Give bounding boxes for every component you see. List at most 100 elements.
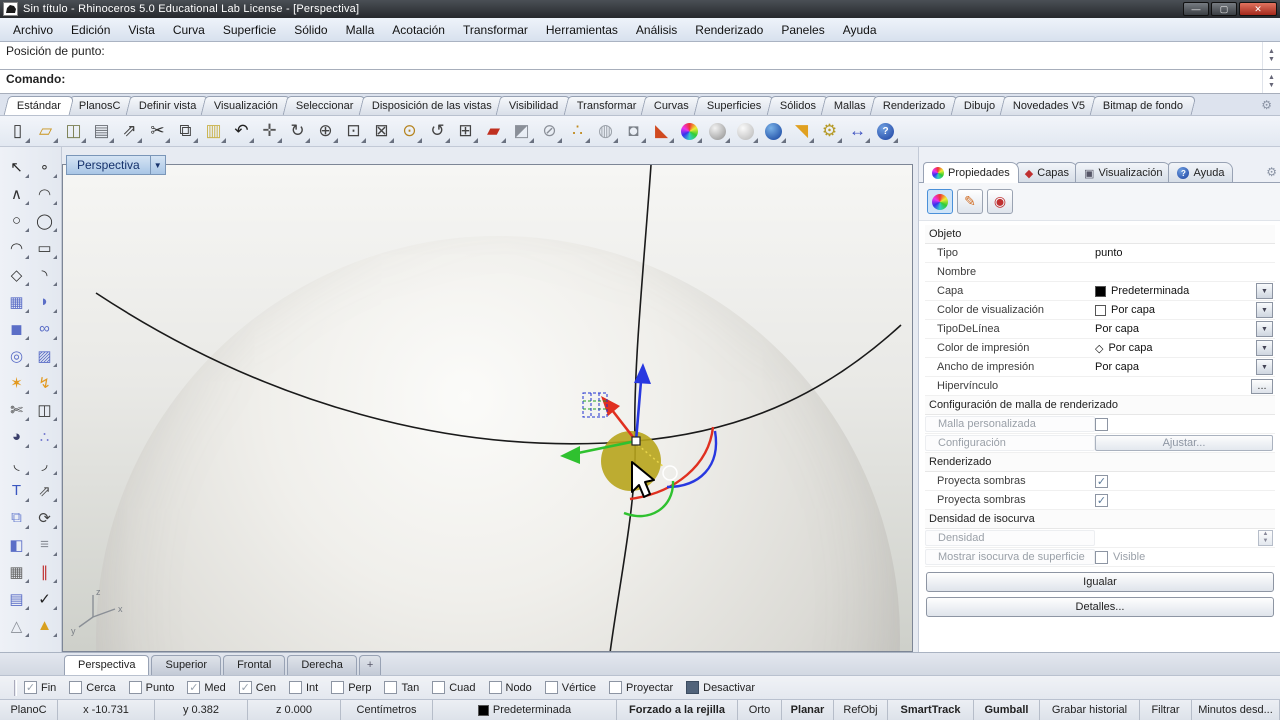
osnap-vertice-checkbox[interactable] [544, 681, 558, 694]
cone-solid-button[interactable]: ▲ [31, 612, 59, 639]
menu-acotacion[interactable]: Acotación [383, 20, 454, 40]
status-grabar-historial[interactable]: Grabar historial [1040, 700, 1140, 720]
blend-curve-button[interactable]: ◞ [31, 450, 59, 477]
pan-hand-button[interactable]: ✛ [256, 118, 283, 144]
check-button[interactable]: ✓ [31, 585, 59, 612]
render-cone-button[interactable]: ◣ [648, 118, 675, 144]
scale-button[interactable]: ⇗ [31, 477, 59, 504]
panel-tab-ayuda[interactable]: ? Ayuda [1168, 162, 1234, 183]
viewport-title[interactable]: Perspectiva ▼ [66, 155, 166, 175]
menu-transformar[interactable]: Transformar [454, 20, 537, 40]
visible-checkbox[interactable] [1095, 550, 1108, 564]
menu-herramientas[interactable]: Herramientas [537, 20, 627, 40]
tipodelinea-dropdown[interactable]: ▼ [1256, 321, 1273, 337]
toolbar-tab-visibilidad[interactable]: Visibilidad [496, 96, 573, 115]
panel-tab-visualizacion[interactable]: ▣ Visualización [1075, 162, 1172, 183]
new-viewport-tab-button[interactable]: + [358, 655, 382, 675]
osnap-nodo[interactable]: Nodo [488, 681, 532, 694]
polygon-button[interactable]: ◇ [3, 261, 31, 288]
maximize-button[interactable]: ▢ [1211, 2, 1237, 16]
command-history[interactable]: Posición de punto: ▲ ▼ [0, 42, 1280, 70]
toolbar-tab-planosc[interactable]: PlanosC [65, 96, 134, 115]
copy-button[interactable]: ⧉ [172, 118, 199, 144]
toolbar-tab-estandar[interactable]: Estándar [3, 96, 75, 115]
circle-button[interactable]: ○ [3, 207, 31, 234]
menu-paneles[interactable]: Paneles [772, 20, 833, 40]
densidad-spinner[interactable]: ▲ ▼ [1258, 530, 1273, 546]
capa-dropdown[interactable]: ▼ [1256, 283, 1273, 299]
status-predeterminada[interactable]: Predeterminada [433, 700, 617, 720]
viewport-tab-perspectiva[interactable]: Perspectiva [64, 655, 150, 675]
proyecta-sombras-checkbox-2[interactable] [1095, 493, 1108, 507]
gear-icon[interactable]: ⚙ [1261, 98, 1272, 112]
osnap-tan[interactable]: Tan [384, 681, 419, 694]
viewport-tab-derecha[interactable]: Derecha [287, 655, 357, 675]
panel-tab-propiedades[interactable]: Propiedades [923, 162, 1019, 183]
zoom-selected-button[interactable]: ⊙ [396, 118, 423, 144]
point-button[interactable]: ∘ [31, 153, 59, 180]
spheres-button[interactable]: ∞ [31, 315, 59, 342]
export-file-button[interactable]: ⇗ [116, 118, 143, 144]
cut-button[interactable]: ✂ [144, 118, 171, 144]
array-button[interactable]: ⧉ [3, 504, 31, 531]
toolbar-tab-disposicion-de-las-vistas[interactable]: Disposición de las vistas [358, 96, 505, 115]
color-impresion-dropdown[interactable]: ▼ [1256, 340, 1273, 356]
trim-button[interactable]: ✄ [3, 396, 31, 423]
flash-button[interactable]: ↯ [31, 369, 59, 396]
osnap-cerca-checkbox[interactable] [69, 681, 83, 694]
status-filtrar[interactable]: Filtrar [1140, 700, 1192, 720]
ancho-impresion-dropdown[interactable]: ▼ [1256, 359, 1273, 375]
box-button[interactable]: ◼ [3, 315, 31, 342]
material-pen-button[interactable]: ✎ [957, 189, 983, 214]
undo-view-button[interactable]: ↺ [424, 118, 451, 144]
osnap-desactivar-checkbox[interactable] [686, 681, 700, 694]
status-smarttrack[interactable]: SmartTrack [888, 700, 974, 720]
sweep-surface-button[interactable]: ◗ [31, 288, 59, 315]
toolbar-tab-seleccionar[interactable]: Seleccionar [282, 96, 367, 115]
osnap-vertice[interactable]: Vértice [544, 681, 596, 694]
menu-solido[interactable]: Sólido [285, 20, 336, 40]
close-button[interactable]: ✕ [1239, 2, 1277, 16]
status-orto[interactable]: Orto [738, 700, 782, 720]
grid-array-button[interactable]: ▦ [3, 558, 31, 585]
status-gumball[interactable]: Gumball [974, 700, 1040, 720]
ellipse-button[interactable]: ◯ [31, 207, 59, 234]
status-planar[interactable]: Planar [782, 700, 834, 720]
paste-button[interactable]: ▥ [200, 118, 227, 144]
menu-edicion[interactable]: Edición [62, 20, 119, 40]
osnap-punto[interactable]: Punto [128, 681, 174, 694]
menu-archivo[interactable]: Archivo [4, 20, 62, 40]
toolbar-tab-superficies[interactable]: Superficies [693, 96, 775, 115]
osnap-fin[interactable]: Fin [24, 681, 56, 694]
gears-button[interactable]: ⚙ [816, 118, 843, 144]
toolbar-tab-novedades-v5[interactable]: Novedades V5 [999, 96, 1099, 115]
menu-vista[interactable]: Vista [119, 20, 163, 40]
open-folder-button[interactable]: ▱ [32, 118, 59, 144]
cone-button[interactable]: ◥ [788, 118, 815, 144]
explode-button[interactable]: ✶ [3, 369, 31, 396]
toolbar-tab-transformar[interactable]: Transformar [563, 96, 650, 115]
status-y-0-382[interactable]: y 0.382 [155, 700, 248, 720]
color-visualizacion-dropdown[interactable]: ▼ [1256, 302, 1273, 318]
status-minutos-desd[interactable]: Minutos desd... [1192, 700, 1280, 720]
boolean-diff-button[interactable]: △ [3, 612, 31, 639]
hipervinculo-browse-button[interactable]: ... [1251, 378, 1273, 394]
curve-boolean-button[interactable]: ◕ [3, 423, 31, 450]
torus-button[interactable]: ◎ [3, 342, 31, 369]
lock-button[interactable]: ◘ [620, 118, 647, 144]
osnap-desactivar[interactable]: Desactivar [686, 681, 755, 694]
object-properties-button[interactable] [927, 189, 953, 214]
new-file-button[interactable]: ▯ [4, 118, 31, 144]
undo-button[interactable]: ↶ [228, 118, 255, 144]
linear-array-button[interactable]: ∥ [31, 558, 59, 585]
ghosted-sphere-button[interactable] [732, 118, 759, 144]
status-refobj[interactable]: RefObj [834, 700, 888, 720]
perspective-viewport[interactable]: x y z [62, 164, 913, 652]
viewport-tab-superior[interactable]: Superior [151, 655, 222, 675]
texture-ball-button[interactable]: ◉ [987, 189, 1013, 214]
osnap-fin-checkbox[interactable] [24, 681, 37, 694]
osnap-tan-checkbox[interactable] [384, 681, 398, 694]
osnap-cen-checkbox[interactable] [238, 681, 252, 694]
malla-personalizada-checkbox[interactable] [1095, 417, 1108, 431]
ajustar-button[interactable]: Ajustar... [1095, 435, 1273, 451]
